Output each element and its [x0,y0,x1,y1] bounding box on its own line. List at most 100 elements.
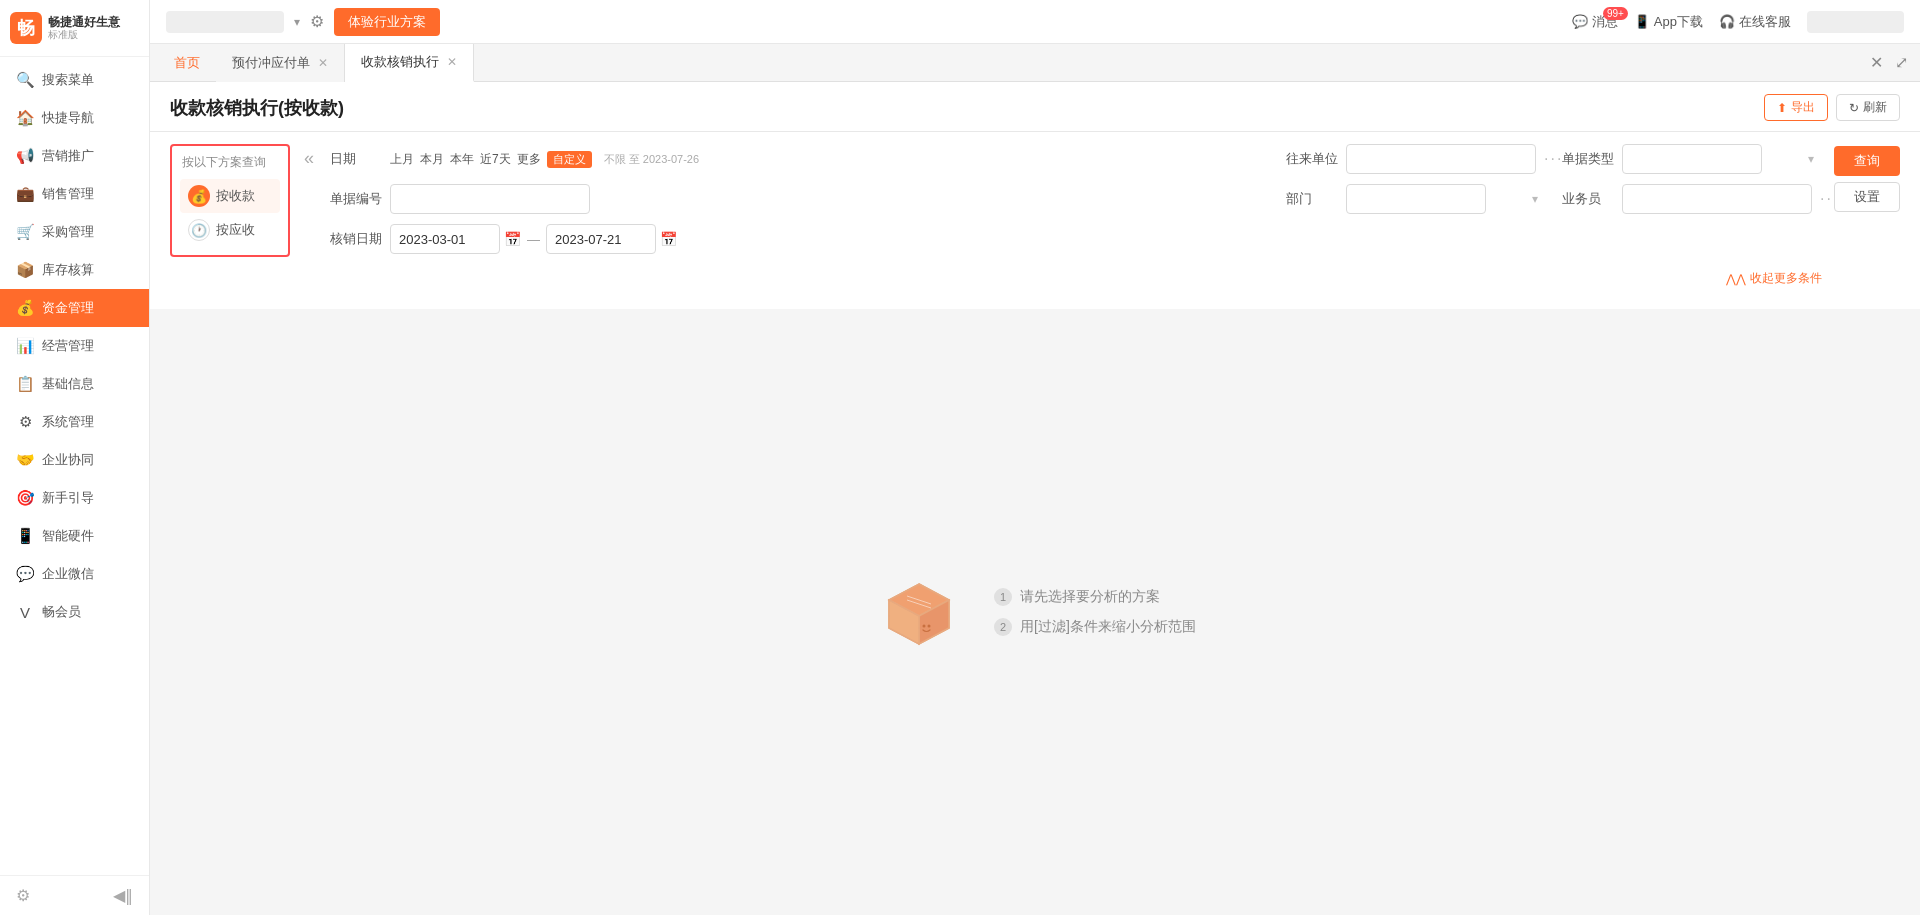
verify-date-start-input[interactable] [390,224,500,254]
export-btn[interactable]: ⬆ 导出 [1764,94,1828,121]
date-this-year[interactable]: 本年 [450,151,474,168]
tab-prepay[interactable]: 预付冲应付单✕ [216,44,345,82]
phone-icon: 📱 [1634,14,1650,29]
counterpart-input[interactable] [1346,144,1536,174]
date-this-month[interactable]: 本月 [420,151,444,168]
corp-wechat-icon: 💬 [16,565,34,583]
date-more[interactable]: 更多 [517,151,541,168]
user-area[interactable] [1807,11,1904,33]
dept-label: 部门 [1286,190,1338,208]
sidebar-item-system[interactable]: ⚙系统管理 [0,403,149,441]
sidebar-item-finance[interactable]: 💰资金管理 [0,289,149,327]
doc-type-select-arrow-icon: ▾ [1808,152,1814,166]
sidebar-item-quick-nav[interactable]: 🏠快捷导航 [0,99,149,137]
sidebar-item-smart-hw[interactable]: 📱智能硬件 [0,517,149,555]
date-7days[interactable]: 近7天 [480,151,511,168]
counterpart-label: 往来单位 [1286,150,1338,168]
close-tab-receipts[interactable]: ✕ [447,55,457,69]
filter-option-by-receivable[interactable]: 🕐 按应收 [180,213,280,247]
date-label: 日期 [330,150,382,168]
filter-option-by-receipt[interactable]: 💰 按收款 [180,179,280,213]
topbar-chevron-icon[interactable]: ▾ [294,15,300,29]
empty-state: 1 请先选择要分析的方案 2 用[过滤]条件来缩小分析范围 [874,566,1196,659]
dept-field: 部门 ▾ [1286,184,1546,214]
query-btn[interactable]: 查询 [1834,146,1900,176]
filter-option-receivable-label: 按应收 [216,221,255,239]
service-btn[interactable]: 🎧 在线客服 [1719,13,1791,31]
hint-num-2: 2 [994,618,1012,636]
search-menu-icon: 🔍 [16,71,34,89]
sidebar-item-business[interactable]: 📊经营管理 [0,327,149,365]
verify-date-end-input[interactable] [546,224,656,254]
logo-icon: 畅 [10,12,42,44]
verify-date-label: 核销日期 [330,230,382,248]
sidebar: 畅 畅捷通好生意 标准版 🔍搜索菜单🏠快捷导航📢营销推广💼销售管理🛒采购管理📦库… [0,0,150,915]
marketing-icon: 📢 [16,147,34,165]
date-custom-badge[interactable]: 自定义 [547,151,592,168]
industry-btn[interactable]: 体验行业方案 [334,8,440,36]
sidebar-item-sales[interactable]: 💼销售管理 [0,175,149,213]
calendar-start-icon[interactable]: 📅 [504,231,521,247]
sidebar-item-corp-collab[interactable]: 🤝企业协同 [0,441,149,479]
message-btn[interactable]: 💬 消息 99+ [1572,13,1618,31]
doc-no-input[interactable] [390,184,590,214]
filter-panel: 按以下方案查询 💰 按收款 🕐 按应收 [170,144,290,257]
business-icon: 📊 [16,337,34,355]
collapse-icon[interactable]: ◀‖ [113,886,133,905]
doc-type-select[interactable] [1622,144,1762,174]
empty-hints: 1 请先选择要分析的方案 2 用[过滤]条件来缩小分析范围 [994,588,1196,636]
quick-nav-icon: 🏠 [16,109,34,127]
settings-btn[interactable]: 设置 [1834,182,1900,212]
headset-icon: 🎧 [1719,14,1735,29]
finance-icon: 💰 [16,299,34,317]
sidebar-item-guide[interactable]: 🎯新手引导 [0,479,149,517]
date-last-month[interactable]: 上月 [390,151,414,168]
close-tab-prepay[interactable]: ✕ [318,56,328,70]
app-download-btn[interactable]: 📱 App下载 [1634,13,1703,31]
sidebar-item-search-menu[interactable]: 🔍搜索菜单 [0,61,149,99]
topbar-gear-icon[interactable]: ⚙ [310,12,324,31]
salesperson-input[interactable] [1622,184,1812,214]
filter-collapse-btn[interactable]: « [300,144,318,173]
dept-select[interactable] [1346,184,1486,214]
sidebar-item-basic-info[interactable]: 📋基础信息 [0,365,149,403]
system-icon: ⚙ [16,413,34,431]
refresh-btn[interactable]: ↻ 刷新 [1836,94,1900,121]
corp-collab-icon: 🤝 [16,451,34,469]
sidebar-item-marketing[interactable]: 📢营销推广 [0,137,149,175]
member-icon: V [16,604,34,621]
sidebar-item-inventory[interactable]: 📦库存核算 [0,251,149,289]
salesperson-label: 业务员 [1562,190,1614,208]
svg-point-6 [928,624,931,627]
empty-state-svg [874,566,964,656]
logo-sub-text: 标准版 [48,29,120,41]
tabbar: 首页预付冲应付单✕收款核销执行✕ ✕ ⤢ [150,44,1920,82]
content-area: 收款核销执行(按收款) ⬆ 导出 ↻ 刷新 [150,82,1920,915]
expand-tab-btn[interactable]: ⤢ [1891,49,1912,76]
settings-icon[interactable]: ⚙ [16,886,30,905]
query-side-actions: 查询 设置 [1822,144,1900,297]
empty-icon [874,566,964,659]
sidebar-nav: 🔍搜索菜单🏠快捷导航📢营销推广💼销售管理🛒采购管理📦库存核算💰资金管理📊经营管理… [0,57,149,875]
hint-num-1: 1 [994,588,1012,606]
sidebar-item-corp-wechat[interactable]: 💬企业微信 [0,555,149,593]
topbar: ▾ ⚙ 体验行业方案 💬 消息 99+ 📱 App下载 🎧 在线客服 [150,0,1920,44]
filter-area: 按以下方案查询 💰 按收款 🕐 按应收 « [150,132,1920,309]
sidebar-item-purchase[interactable]: 🛒采购管理 [0,213,149,251]
counterpart-dots-btn[interactable]: ··· [1544,150,1563,168]
tab-receipts[interactable]: 收款核销执行✕ [345,44,474,82]
purchase-icon: 🛒 [16,223,34,241]
receivable-icon: 🕐 [188,219,210,241]
message-badge: 99+ [1603,7,1628,20]
main-content: 1 请先选择要分析的方案 2 用[过滤]条件来缩小分析范围 [150,309,1920,915]
close-tab-btn[interactable]: ✕ [1866,49,1887,76]
guide-icon: 🎯 [16,489,34,507]
page: 收款核销执行(按收款) ⬆ 导出 ↻ 刷新 [150,82,1920,915]
query-form: 日期 上月 本月 本年 近7天 更多 自定义 [330,144,1822,297]
calendar-end-icon[interactable]: 📅 [660,231,677,247]
collapse-more-btn[interactable]: ⋀⋀ 收起更多条件 [330,264,1822,297]
sidebar-item-member[interactable]: V畅会员 [0,593,149,631]
verify-date-field: 核销日期 📅 — [330,224,1822,254]
tab-home[interactable]: 首页 [158,44,216,82]
collapse-up-icon: ⋀⋀ [1726,272,1746,286]
